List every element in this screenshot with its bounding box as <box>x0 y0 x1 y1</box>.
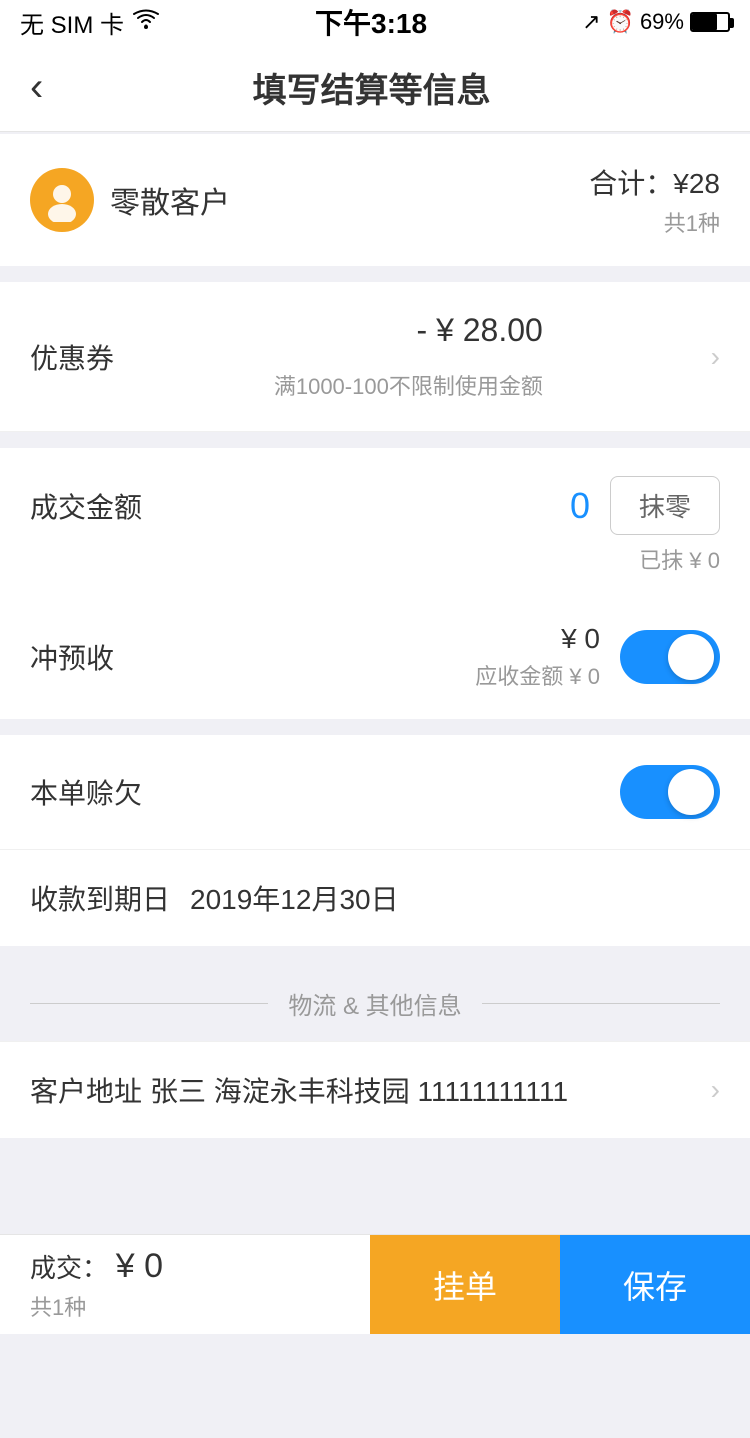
address-section[interactable]: 客户地址 张三 海淀永丰科技园 11111111111 › <box>0 1041 750 1138</box>
battery-percent: 69% <box>640 9 684 35</box>
logistics-text: 物流 & 其他信息 <box>288 986 461 1021</box>
coupon-label: 优惠券 <box>30 337 114 377</box>
bottom-deal-row: 成交： ¥ 0 <box>30 1247 340 1286</box>
transaction-amount-sub: 已抹 ¥ 0 <box>30 543 720 575</box>
debt-label: 本单赊欠 <box>30 772 142 812</box>
status-left: 无 SIM 卡 <box>20 5 160 40</box>
prepay-label: 冲预收 <box>30 637 114 677</box>
prepay-toggle[interactable] <box>620 630 720 684</box>
battery-icon <box>690 12 730 32</box>
prepay-main-amount: ¥ 0 <box>475 623 600 655</box>
wifi-icon <box>132 8 160 37</box>
address-label: 客户地址 <box>30 1070 150 1110</box>
coupon-discount: - ¥ 28.00 <box>417 312 543 349</box>
logistics-line-right <box>482 1003 720 1004</box>
divider-4 <box>0 946 750 966</box>
divider-2 <box>0 432 750 448</box>
address-value: 张三 海淀永丰科技园 11111111111 <box>150 1070 703 1110</box>
prepay-section: 冲预收 ¥ 0 应收金额 ¥ 0 <box>0 603 750 719</box>
coupon-right: - ¥ 28.00 满1000-100不限制使用金额 <box>274 312 543 401</box>
transaction-amount-label: 成交金额 <box>30 486 142 526</box>
logistics-header: 物流 & 其他信息 <box>0 966 750 1041</box>
customer-total: 合计：¥28 <box>589 162 720 202</box>
bottom-count: 共1种 <box>30 1290 340 1322</box>
debt-section: 本单赊欠 <box>0 735 750 849</box>
transaction-amount-value[interactable]: 0 <box>570 485 590 527</box>
bottom-bar: 成交： ¥ 0 共1种 挂单 保存 <box>0 1234 750 1334</box>
customer-left: 零散客户 <box>30 168 230 232</box>
divider-1 <box>0 266 750 282</box>
divider-3 <box>0 719 750 735</box>
debt-toggle-thumb <box>668 769 714 815</box>
debt-toggle[interactable] <box>620 765 720 819</box>
alarm-icon: ⏰ <box>607 9 634 35</box>
status-time: 下午3:18 <box>315 2 427 42</box>
status-right: ↗ ⏰ 69% <box>582 9 730 35</box>
status-bar: 无 SIM 卡 下午3:18 ↗ ⏰ 69% <box>0 0 750 44</box>
prepay-sub-text: 应收金额 ¥ 0 <box>475 659 600 691</box>
coupon-row[interactable]: 优惠券 - ¥ 28.00 满1000-100不限制使用金额 › <box>0 282 750 432</box>
due-date-section: 收款到期日 2019年12月30日 <box>0 849 750 946</box>
prepay-right: ¥ 0 应收金额 ¥ 0 <box>475 623 720 691</box>
logistics-line-left <box>30 1003 268 1004</box>
no-sim-text: 无 SIM 卡 <box>20 5 124 40</box>
due-date-label: 收款到期日 <box>30 878 170 918</box>
customer-name: 零散客户 <box>110 178 230 222</box>
nav-bar: ‹ 填写结算等信息 <box>0 44 750 132</box>
coupon-chevron: › <box>711 341 720 373</box>
bottom-info: 成交： ¥ 0 共1种 <box>0 1235 370 1334</box>
customer-count: 共1种 <box>589 206 720 238</box>
customer-summary: 合计：¥28 共1种 <box>589 162 720 238</box>
round-button[interactable]: 抹零 <box>610 476 720 535</box>
customer-row: 零散客户 合计：¥28 共1种 <box>0 134 750 266</box>
coupon-desc: 满1000-100不限制使用金额 <box>274 369 543 401</box>
bottom-deal-label: 成交： <box>30 1253 108 1283</box>
hang-button[interactable]: 挂单 <box>370 1235 560 1334</box>
save-button[interactable]: 保存 <box>560 1235 750 1334</box>
location-icon: ↗ <box>582 9 600 35</box>
bottom-deal-amount: ¥ 0 <box>116 1247 163 1285</box>
toggle-thumb <box>668 634 714 680</box>
address-chevron: › <box>711 1074 720 1106</box>
transaction-amount-row: 成交金额 0 抹零 <box>30 476 720 535</box>
transaction-amount-section: 成交金额 0 抹零 已抹 ¥ 0 <box>0 448 750 603</box>
customer-avatar <box>30 168 94 232</box>
back-button[interactable]: ‹ <box>30 65 43 110</box>
prepay-amounts: ¥ 0 应收金额 ¥ 0 <box>475 623 600 691</box>
due-date-value[interactable]: 2019年12月30日 <box>190 878 399 918</box>
page-title: 填写结算等信息 <box>63 63 680 112</box>
transaction-amount-right: 0 抹零 <box>570 476 720 535</box>
